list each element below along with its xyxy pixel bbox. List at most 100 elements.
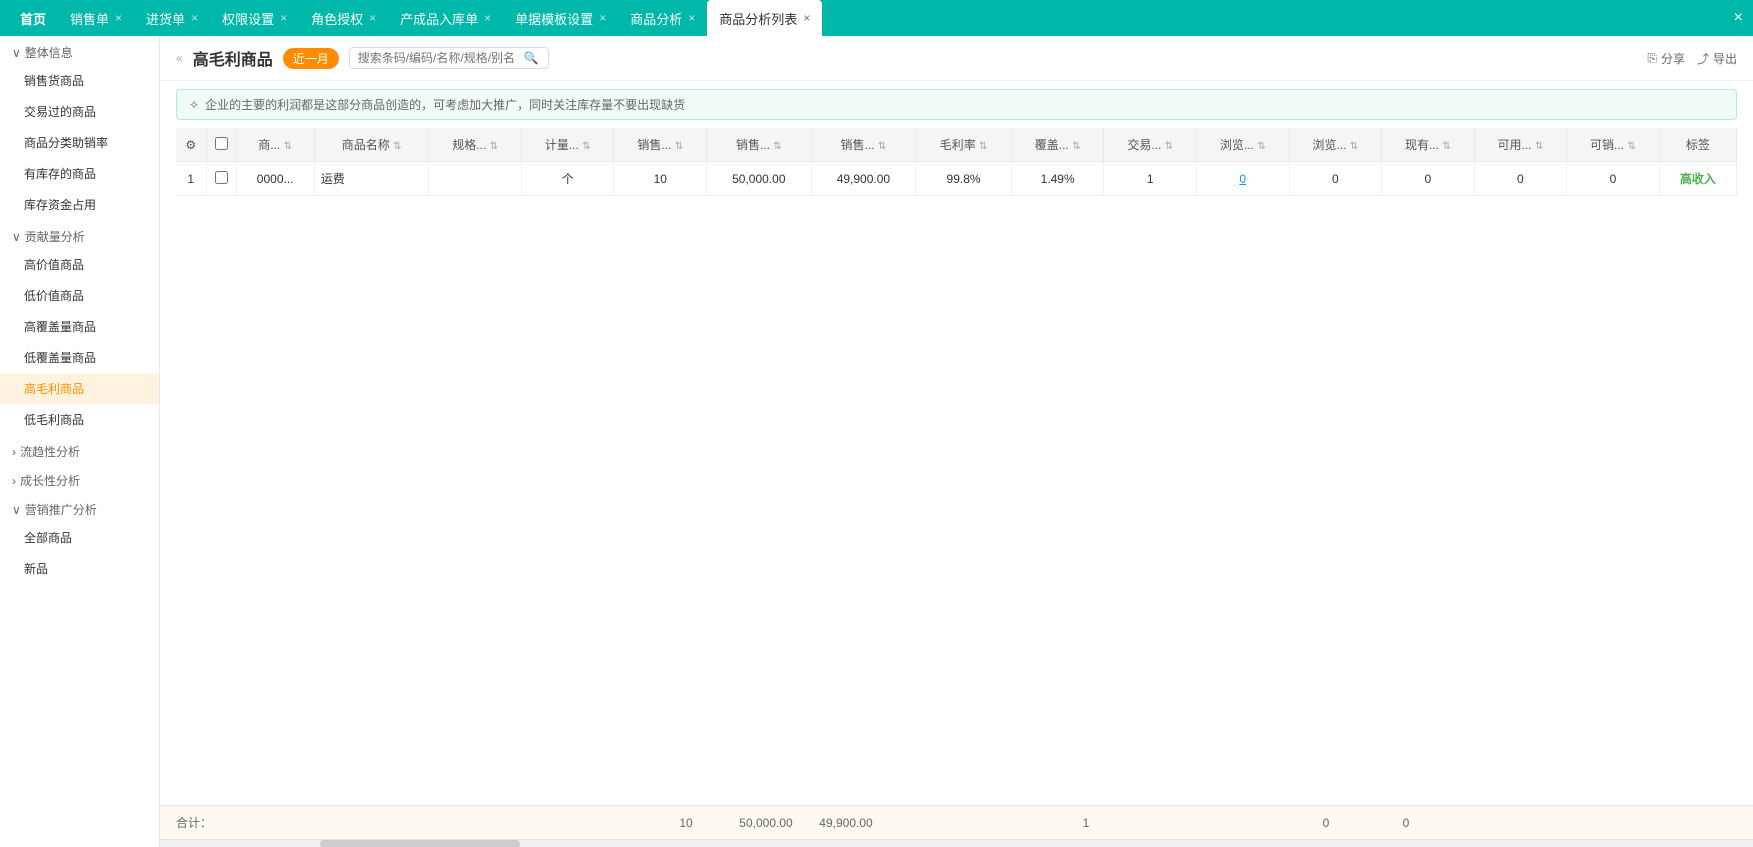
sidebar-item-traded-goods[interactable]: 交易过的商品	[0, 96, 159, 127]
share-button[interactable]: ⎘ 分享	[1647, 50, 1685, 67]
col-checkbox[interactable]	[206, 128, 236, 162]
sidebar-group-trend[interactable]: › 流趋性分析	[0, 435, 159, 464]
sidebar-group-contribution[interactable]: ∨ 贡献量分析	[0, 220, 159, 249]
sort-icon-name[interactable]: ⇅	[393, 141, 401, 152]
sort-icon-browse2[interactable]: ⇅	[1350, 141, 1358, 152]
col-spec[interactable]: 规格... ⇅	[429, 128, 522, 162]
col-tag[interactable]: 标签	[1659, 128, 1736, 162]
col-browse1[interactable]: 浏览... ⇅	[1196, 128, 1289, 162]
sidebar-item-high-coverage-goods[interactable]: 高覆盖量商品	[0, 311, 159, 342]
chevron-right-icon-trend: ›	[12, 445, 16, 459]
close-tab-sales-order[interactable]: ×	[115, 11, 122, 25]
tab-template-settings[interactable]: 单据模板设置 ×	[503, 0, 618, 36]
row-coverage: 1.49%	[1011, 162, 1104, 196]
sidebar-group-marketing[interactable]: ∨ 营销推广分析	[0, 493, 159, 522]
filter-period-button[interactable]: 近一月	[283, 48, 339, 69]
close-tab-product-storage[interactable]: ×	[484, 11, 491, 25]
col-code[interactable]: 商... ⇅	[236, 128, 314, 162]
sort-icon-transaction[interactable]: ⇅	[1165, 141, 1173, 152]
sidebar-item-category-rate[interactable]: 商品分类助销率	[0, 127, 159, 158]
row-select-checkbox[interactable]	[215, 171, 228, 184]
search-icon[interactable]: 🔍	[524, 51, 539, 65]
settings-icon[interactable]: ⚙	[185, 138, 196, 152]
sidebar-item-low-margin-goods[interactable]: 低毛利商品	[0, 404, 159, 435]
close-tab-product-analysis-list[interactable]: ×	[803, 11, 810, 25]
sidebar-item-low-coverage-goods[interactable]: 低覆盖量商品	[0, 342, 159, 373]
col-settings[interactable]: ⚙	[176, 128, 206, 162]
close-tab-purchase[interactable]: ×	[191, 11, 198, 25]
footer-available-stock: 0	[1366, 816, 1446, 830]
footer-sales-qty: 10	[646, 816, 726, 830]
col-coverage[interactable]: 覆盖... ⇅	[1011, 128, 1104, 162]
col-gross-margin[interactable]: 毛利率 ⇅	[916, 128, 1012, 162]
scrollbar-thumb[interactable]	[320, 840, 520, 847]
footer-spacer4	[1126, 816, 1206, 830]
row-name: 运费	[314, 162, 429, 196]
sort-icon-gross-margin[interactable]: ⇅	[979, 141, 987, 152]
row-sales-profit: 49,900.00	[811, 162, 916, 196]
col-transaction[interactable]: 交易... ⇅	[1104, 128, 1197, 162]
table-footer: 合计： 10 50,000.00 49,900.00 1 0 0	[160, 805, 1753, 839]
tab-product-analysis-list[interactable]: 商品分析列表 ×	[707, 0, 822, 36]
col-name[interactable]: 商品名称 ⇅	[314, 128, 429, 162]
col-current-stock[interactable]: 现有... ⇅	[1382, 128, 1475, 162]
tab-product-analysis[interactable]: 商品分析 ×	[618, 0, 707, 36]
sidebar-item-new-goods[interactable]: 新品	[0, 553, 159, 584]
sidebar-group-overall[interactable]: ∨ 整体信息	[0, 36, 159, 65]
close-tab-product-analysis[interactable]: ×	[688, 11, 695, 25]
sort-icon-current-stock[interactable]: ⇅	[1442, 141, 1450, 152]
sidebar-item-in-stock-goods[interactable]: 有库存的商品	[0, 158, 159, 189]
tab-sales-order[interactable]: 销售单 ×	[58, 0, 134, 36]
horizontal-scrollbar[interactable]	[160, 839, 1753, 847]
col-sales-qty[interactable]: 销售... ⇅	[614, 128, 707, 162]
tab-purchase-order[interactable]: 进货单 ×	[134, 0, 210, 36]
sort-icon-sales-profit[interactable]: ⇅	[878, 141, 886, 152]
sidebar-item-low-value-goods[interactable]: 低价值商品	[0, 280, 159, 311]
tab-role-auth[interactable]: 角色授权 ×	[299, 0, 388, 36]
footer-label: 合计：	[176, 814, 256, 831]
col-sales-amount[interactable]: 销售... ⇅	[707, 128, 812, 162]
sidebar-item-high-value-goods[interactable]: 高价值商品	[0, 249, 159, 280]
col-browse2[interactable]: 浏览... ⇅	[1289, 128, 1382, 162]
footer-spacer2	[886, 816, 966, 830]
row-checkbox[interactable]	[206, 162, 236, 196]
header-actions: ⎘ 分享 ⤴ 导出	[1647, 50, 1737, 67]
sort-icon-coverage[interactable]: ⇅	[1072, 141, 1080, 152]
close-tab-role-auth[interactable]: ×	[369, 11, 376, 25]
sidebar-item-high-margin-goods[interactable]: 高毛利商品	[0, 373, 159, 404]
sort-icon-code[interactable]: ⇅	[284, 141, 292, 152]
row-browse1[interactable]: 0	[1196, 162, 1289, 196]
col-sales-profit[interactable]: 销售... ⇅	[811, 128, 916, 162]
main-layout: ∨ 整体信息 销售货商品 交易过的商品 商品分类助销率 有库存的商品 库存资金占…	[0, 36, 1753, 847]
footer-spacer5	[1206, 816, 1286, 830]
sort-icon-sellable-stock[interactable]: ⇅	[1627, 141, 1635, 152]
close-all-tabs-button[interactable]: ×	[1734, 9, 1743, 27]
tab-product-storage[interactable]: 产成品入库单 ×	[388, 0, 503, 36]
close-tab-template[interactable]: ×	[599, 11, 606, 25]
row-transaction: 1	[1104, 162, 1197, 196]
content-area: « 高毛利商品 近一月 🔍 ⎘ 分享 ⤴ 导出 ✧ 企业的主要的利润都是这部	[160, 36, 1753, 847]
data-table: ⚙ 商... ⇅ 商品名称 ⇅	[176, 128, 1737, 196]
sidebar-item-all-goods[interactable]: 全部商品	[0, 522, 159, 553]
col-available-stock[interactable]: 可用... ⇅	[1474, 128, 1567, 162]
tab-permission-settings[interactable]: 权限设置 ×	[210, 0, 299, 36]
sidebar-collapse-button[interactable]: «	[176, 51, 183, 65]
select-all-checkbox[interactable]	[215, 137, 228, 150]
sort-icon-sales-amount[interactable]: ⇅	[773, 141, 781, 152]
row-tag: 高收入	[1659, 162, 1736, 196]
sort-icon-unit[interactable]: ⇅	[582, 141, 590, 152]
table-container[interactable]: ⚙ 商... ⇅ 商品名称 ⇅	[160, 128, 1753, 805]
sort-icon-browse1[interactable]: ⇅	[1257, 141, 1265, 152]
close-tab-permission[interactable]: ×	[280, 11, 287, 25]
export-button[interactable]: ⤴ 导出	[1697, 50, 1737, 67]
search-input[interactable]	[358, 51, 518, 65]
sort-icon-spec[interactable]: ⇅	[490, 141, 498, 152]
tab-home[interactable]: 首页	[8, 0, 58, 36]
sidebar-item-inventory-capital[interactable]: 库存资金占用	[0, 189, 159, 220]
col-sellable-stock[interactable]: 可销... ⇅	[1567, 128, 1660, 162]
sidebar-item-sales-goods[interactable]: 销售货商品	[0, 65, 159, 96]
sort-icon-sales-qty[interactable]: ⇅	[675, 141, 683, 152]
col-unit[interactable]: 计量... ⇅	[521, 128, 614, 162]
sidebar-group-growth[interactable]: › 成长性分析	[0, 464, 159, 493]
sort-icon-available-stock[interactable]: ⇅	[1535, 141, 1543, 152]
